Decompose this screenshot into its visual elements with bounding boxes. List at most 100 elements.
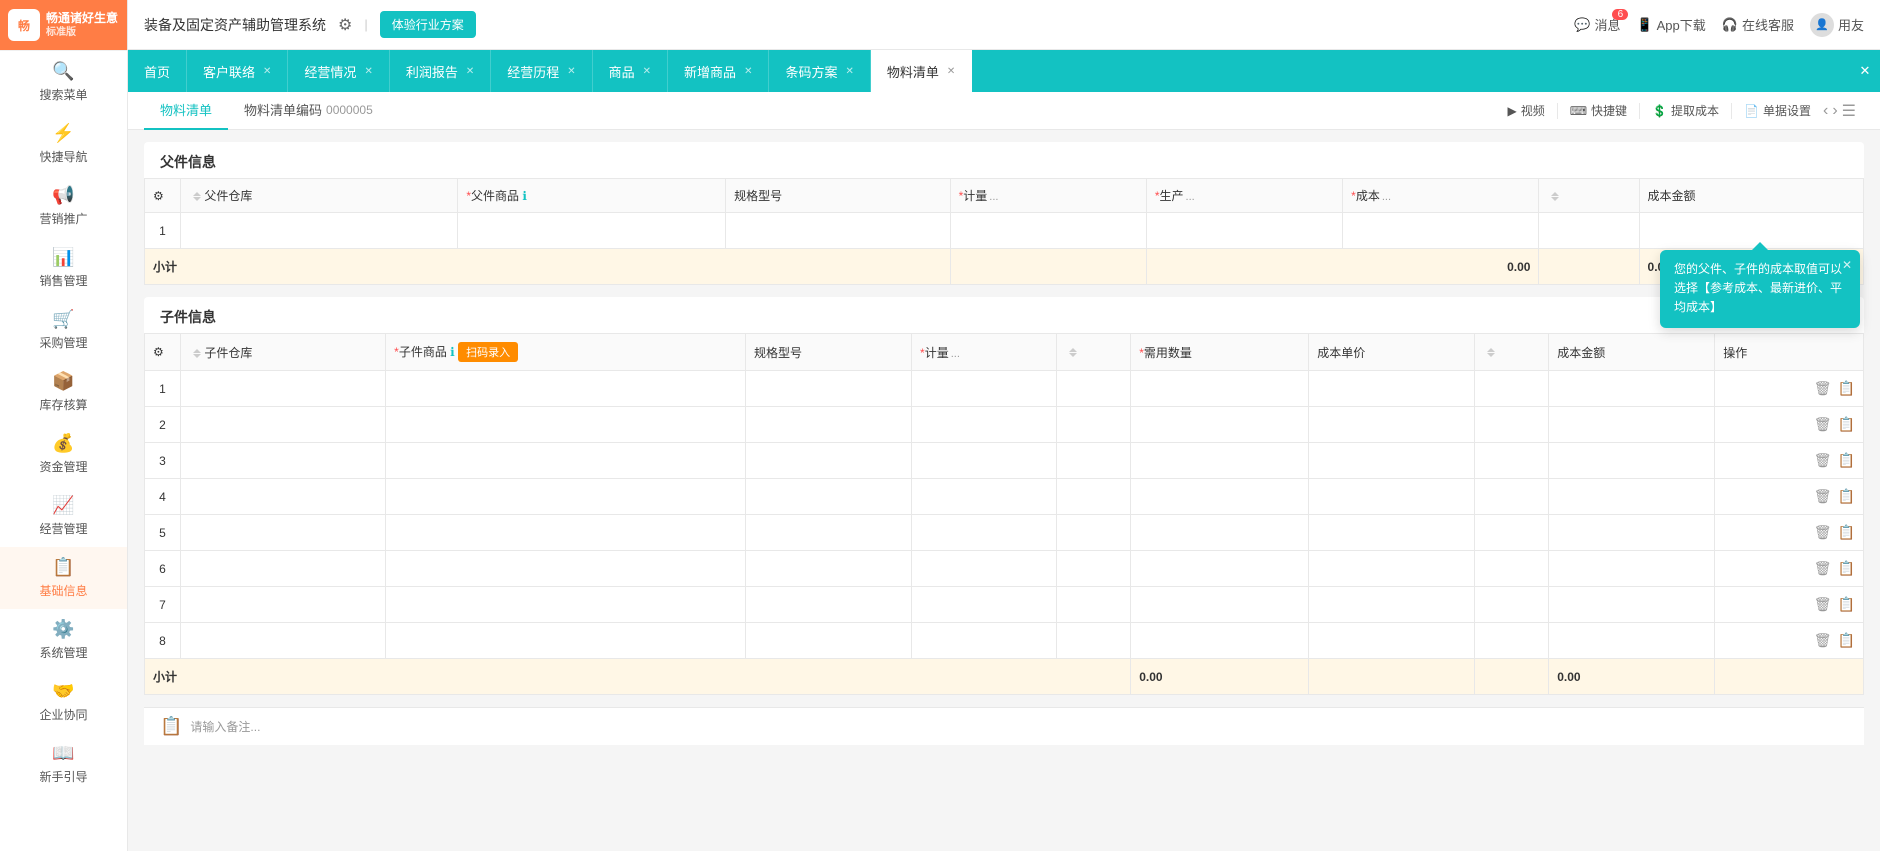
child-spec-cell[interactable]	[746, 623, 912, 659]
delete-icon[interactable]: 🗑	[1814, 560, 1832, 577]
online-service-action[interactable]: 🎧 在线客服	[1722, 15, 1794, 34]
tooltip-close-btn[interactable]: ✕	[1842, 256, 1852, 275]
sidebar-item-settings[interactable]: ⚙️ 系统管理	[0, 609, 127, 671]
parent-production-cell[interactable]	[1146, 213, 1342, 249]
child-unit-cost-cell[interactable]	[1309, 515, 1475, 551]
delete-icon[interactable]: 🗑	[1814, 524, 1832, 541]
close-icon[interactable]: ✕	[947, 66, 955, 77]
single-setting-action[interactable]: 📄 单据设置	[1744, 102, 1811, 119]
child-qty-cell[interactable]	[1131, 587, 1309, 623]
child-unit-cell[interactable]	[912, 443, 1057, 479]
child-warehouse-cell[interactable]	[181, 623, 386, 659]
nav-tab-product[interactable]: 商品 ✕	[593, 50, 668, 92]
gear-icon[interactable]: ⚙	[153, 345, 164, 359]
close-icon[interactable]: ✕	[364, 66, 372, 77]
nav-tab-customer[interactable]: 客户联络 ✕	[187, 50, 288, 92]
child-qty-cell[interactable]	[1131, 515, 1309, 551]
child-unit-cost-cell[interactable]	[1309, 407, 1475, 443]
nav-tab-history[interactable]: 经营历程 ✕	[491, 50, 592, 92]
sidebar-item-basicinfo[interactable]: 📋 基础信息	[0, 547, 127, 609]
child-spec-cell[interactable]	[746, 479, 912, 515]
sidebar-item-quicknav[interactable]: ⚡ 快捷导航	[0, 113, 127, 175]
child-qty-cell[interactable]	[1131, 371, 1309, 407]
copy-icon[interactable]: 📋	[1838, 488, 1855, 505]
sidebar-item-sales[interactable]: 📊 销售管理	[0, 237, 127, 299]
view-video-action[interactable]: ▶ 视频	[1507, 102, 1544, 119]
parent-cost-cell[interactable]	[1343, 213, 1539, 249]
child-qty-cell[interactable]	[1131, 551, 1309, 587]
sidebar-item-guide[interactable]: 📖 新手引导	[0, 733, 127, 795]
shortcut-action[interactable]: ⌨ 快捷键	[1570, 102, 1627, 119]
child-spec-cell[interactable]	[746, 371, 912, 407]
child-unit-cost-cell[interactable]	[1309, 623, 1475, 659]
child-unit-cost-cell[interactable]	[1309, 443, 1475, 479]
nav-prev-icon[interactable]: ‹	[1823, 102, 1828, 120]
child-unit-cost-cell[interactable]	[1309, 479, 1475, 515]
child-product-cell[interactable]	[386, 371, 746, 407]
copy-icon[interactable]: 📋	[1838, 380, 1855, 397]
child-product-cell[interactable]	[386, 407, 746, 443]
child-unit-cell[interactable]	[912, 623, 1057, 659]
close-icon[interactable]: ✕	[263, 66, 271, 77]
close-icon[interactable]: ✕	[567, 66, 575, 77]
sidebar-item-purchase[interactable]: 🛒 采购管理	[0, 299, 127, 361]
child-spec-cell[interactable]	[746, 443, 912, 479]
nav-tab-close-all[interactable]: ✕	[1850, 50, 1880, 92]
child-qty-cell[interactable]	[1131, 623, 1309, 659]
header-settings-icon[interactable]: ⚙	[338, 15, 352, 35]
app-download-action[interactable]: 📱 App下载	[1636, 15, 1705, 34]
nav-menu-icon[interactable]: ☰	[1842, 101, 1856, 121]
child-unit-cost-cell[interactable]	[1309, 551, 1475, 587]
message-action[interactable]: 💬 6 消息	[1574, 15, 1620, 34]
child-qty-cell[interactable]	[1131, 443, 1309, 479]
child-product-cell[interactable]	[386, 551, 746, 587]
sidebar-item-operations[interactable]: 📈 经营管理	[0, 485, 127, 547]
copy-icon[interactable]: 📋	[1838, 560, 1855, 577]
child-unit-cell[interactable]	[912, 587, 1057, 623]
child-warehouse-cell[interactable]	[181, 587, 386, 623]
child-spec-cell[interactable]	[746, 587, 912, 623]
sidebar-item-marketing[interactable]: 📢 营销推广	[0, 175, 127, 237]
child-spec-cell[interactable]	[746, 551, 912, 587]
close-icon[interactable]: ✕	[643, 66, 651, 77]
delete-icon[interactable]: 🗑	[1814, 488, 1832, 505]
gear-icon[interactable]: ⚙	[153, 189, 164, 203]
nav-tab-operations[interactable]: 经营情况 ✕	[288, 50, 389, 92]
parent-product-cell[interactable]	[458, 213, 726, 249]
child-unit-cell[interactable]	[912, 371, 1057, 407]
delete-icon[interactable]: 🗑	[1814, 416, 1832, 433]
child-unit-cost-cell[interactable]	[1309, 587, 1475, 623]
nav-next-icon[interactable]: ›	[1832, 102, 1837, 120]
child-spec-cell[interactable]	[746, 515, 912, 551]
child-spec-cell[interactable]	[746, 407, 912, 443]
copy-icon[interactable]: 📋	[1838, 632, 1855, 649]
nav-tab-addproduct[interactable]: 新增商品 ✕	[668, 50, 769, 92]
child-product-cell[interactable]	[386, 587, 746, 623]
child-qty-cell[interactable]	[1131, 407, 1309, 443]
child-warehouse-cell[interactable]	[181, 515, 386, 551]
nav-tab-profit[interactable]: 利润报告 ✕	[390, 50, 491, 92]
child-warehouse-cell[interactable]	[181, 443, 386, 479]
child-product-cell[interactable]	[386, 443, 746, 479]
copy-icon[interactable]: 📋	[1838, 524, 1855, 541]
nav-tab-barcode[interactable]: 条码方案 ✕	[769, 50, 870, 92]
sidebar-item-finance[interactable]: 💰 资金管理	[0, 423, 127, 485]
child-warehouse-cell[interactable]	[181, 371, 386, 407]
child-qty-cell[interactable]	[1131, 479, 1309, 515]
delete-icon[interactable]: 🗑	[1814, 632, 1832, 649]
nav-tab-bom[interactable]: 物料清单 ✕	[871, 50, 972, 92]
child-warehouse-cell[interactable]	[181, 479, 386, 515]
delete-icon[interactable]: 🗑	[1814, 380, 1832, 397]
sidebar-item-collab[interactable]: 🤝 企业协同	[0, 671, 127, 733]
scan-input-btn[interactable]: 扫码录入	[458, 342, 518, 362]
delete-icon[interactable]: 🗑	[1814, 452, 1832, 469]
sub-tab-bom-detail[interactable]: 物料清单编码 0000005	[228, 92, 389, 130]
close-icon[interactable]: ✕	[744, 66, 752, 77]
nav-tab-home[interactable]: 首页	[128, 50, 187, 92]
child-warehouse-cell[interactable]	[181, 551, 386, 587]
parent-spec-cell[interactable]	[726, 213, 950, 249]
child-unit-cell[interactable]	[912, 551, 1057, 587]
parent-warehouse-cell[interactable]	[181, 213, 458, 249]
sidebar-item-search[interactable]: 🔍 搜索菜单	[0, 50, 127, 113]
child-unit-cell[interactable]	[912, 515, 1057, 551]
